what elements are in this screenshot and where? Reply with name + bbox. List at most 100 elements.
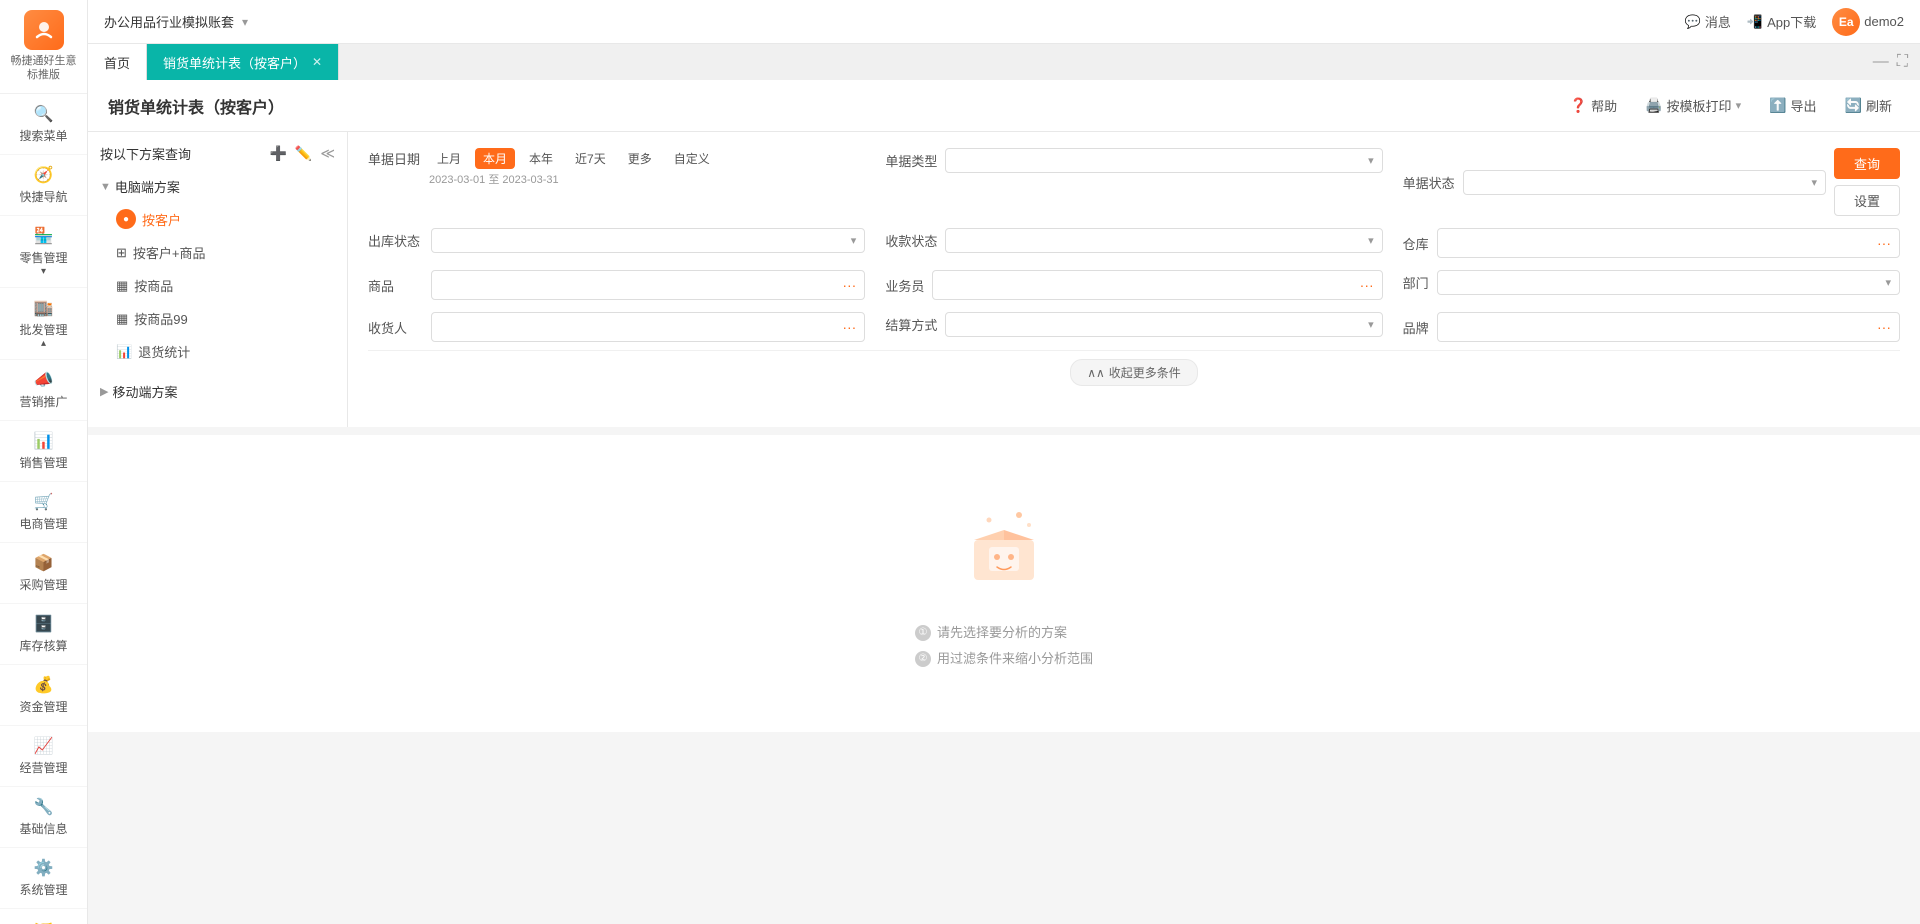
filter-date-group: 单据日期 上月 本月 本年 近7天 更多 自定义 2023-03-01 至 20…	[368, 148, 865, 187]
tab-fullscreen-icon[interactable]: ⛶	[1897, 53, 1908, 71]
date-btn-custom[interactable]: 自定义	[666, 148, 718, 169]
top-bar-right: 💬 消息 📲 App下载 Ea demo2	[1685, 8, 1904, 36]
help-button[interactable]: ❓ 帮助	[1562, 92, 1625, 119]
payment-label: 结算方式	[885, 315, 937, 334]
app-download-button[interactable]: 📲 App下载	[1747, 12, 1816, 31]
tab-home[interactable]: 首页	[88, 44, 147, 80]
warehouse-input[interactable]: ···	[1437, 228, 1900, 258]
tab-close-icon[interactable]: ✕	[312, 55, 322, 69]
sidebar-item-wholesale[interactable]: 🏬 批发管理 ▴	[0, 288, 87, 360]
sidebar-item-purchase[interactable]: 📦 采购管理	[0, 543, 87, 604]
page-content: 销货单统计表（按客户） ❓ 帮助 🖨️ 按模板打印 ▾ ⬆️ 导出 🔄 刷新	[88, 80, 1920, 924]
sidebar-item-enterprise[interactable]: 🤝 企业协同	[0, 909, 87, 924]
purchase-icon: 📦	[34, 553, 54, 573]
date-btn-7days[interactable]: 近7天	[567, 148, 614, 169]
tree-child-product99-label: 按商品99	[134, 309, 187, 328]
sidebar-item-operations[interactable]: 📈 经营管理	[0, 726, 87, 787]
receiver-input[interactable]: ···	[431, 312, 865, 342]
sidebar-item-ecommerce[interactable]: 🛒 电商管理	[0, 482, 87, 543]
tab-sales-report-label: 销货单统计表（按客户）	[163, 53, 306, 72]
brand-label: 品牌	[1403, 318, 1429, 337]
top-bar-title: 办公用品行业模拟账套	[104, 12, 234, 31]
order-status-select[interactable]: ▾	[1463, 170, 1826, 195]
collapse-bar: ∧∧ 收起更多条件	[368, 350, 1900, 394]
receipt-label: 收款状态	[885, 231, 937, 250]
settings-button[interactable]: 设置	[1834, 185, 1900, 216]
empty-box-svg	[954, 495, 1054, 595]
user-menu[interactable]: Ea demo2	[1832, 8, 1904, 36]
tree-child-product99[interactable]: ▦ 按商品99	[88, 302, 347, 335]
grid-icon: ⊞	[116, 245, 127, 261]
payment-select[interactable]: ▾	[945, 312, 1382, 337]
chart-icon: 📊	[116, 344, 132, 360]
table-icon: ▦	[116, 278, 128, 294]
receipt-arrow-icon: ▾	[1368, 234, 1374, 247]
warehouse-dots-icon: ···	[1877, 235, 1891, 251]
basic-icon: 🔧	[34, 797, 54, 817]
sidebar-item-basic[interactable]: 🔧 基础信息	[0, 787, 87, 848]
order-type-select[interactable]: ▾	[945, 148, 1382, 173]
tree-child-customer-product[interactable]: ⊞ 按客户+商品	[88, 236, 347, 269]
tree-child-by-product-label: 按商品	[134, 276, 173, 295]
empty-illustration	[954, 495, 1054, 600]
tip-num-1: ①	[915, 625, 931, 641]
receiver-dots-icon: ···	[842, 319, 856, 335]
tab-actions: — ⛶	[1861, 53, 1920, 71]
sidebar-item-finance[interactable]: 💰 资金管理	[0, 665, 87, 726]
page-header-actions: ❓ 帮助 🖨️ 按模板打印 ▾ ⬆️ 导出 🔄 刷新	[1562, 92, 1900, 119]
department-select[interactable]: ▾	[1437, 270, 1900, 295]
sidebar-item-search[interactable]: 🔍 搜索菜单	[0, 94, 87, 155]
help-label: 帮助	[1591, 96, 1617, 115]
top-bar: 办公用品行业模拟账套 ▾ 💬 消息 📲 App下载 Ea demo2	[88, 0, 1920, 44]
tree-child-by-customer[interactable]: ● 按客户	[88, 202, 347, 236]
tree-parent-desktop[interactable]: ▼ 电脑端方案	[88, 171, 347, 202]
receipt-select[interactable]: ▾	[945, 228, 1382, 253]
sidebar-item-retail[interactable]: 🏪 零售管理 ▾	[0, 216, 87, 288]
collapse-panel-icon[interactable]: ≪	[320, 145, 335, 162]
empty-tip-2: ② 用过滤条件来缩小分析范围	[915, 646, 1093, 672]
product-label: 商品	[368, 276, 423, 295]
filter-outbound-group: 出库状态 ▾	[368, 228, 865, 253]
collapse-button[interactable]: ∧∧ 收起更多条件	[1070, 359, 1198, 386]
top-bar-dropdown-icon[interactable]: ▾	[242, 15, 248, 29]
outbound-arrow-icon: ▾	[851, 234, 857, 247]
right-panel: 单据日期 上月 本月 本年 近7天 更多 自定义 2023-03-01 至 20…	[348, 132, 1920, 427]
date-btn-this-month[interactable]: 本月	[475, 148, 515, 169]
tab-sales-report[interactable]: 销货单统计表（按客户） ✕	[147, 44, 339, 80]
logo-text: 畅捷通好生意 标推版	[11, 54, 77, 83]
sidebar-item-marketing[interactable]: 📣 营销推广	[0, 360, 87, 421]
receiver-label: 收货人	[368, 318, 423, 337]
brand-input[interactable]: ···	[1437, 312, 1900, 342]
operations-icon: 📈	[34, 736, 54, 756]
department-label: 部门	[1403, 273, 1429, 292]
date-btn-last-month[interactable]: 上月	[429, 148, 469, 169]
sidebar-item-sales[interactable]: 📊 销售管理	[0, 421, 87, 482]
edit-scheme-icon[interactable]: ✏️	[295, 145, 312, 162]
query-button[interactable]: 查询	[1834, 148, 1900, 179]
tree-parent-mobile[interactable]: ▶ 移动端方案	[88, 376, 347, 407]
chevron-up-icon: ▴	[41, 338, 46, 349]
salesperson-input[interactable]: ···	[932, 270, 1382, 300]
product-input[interactable]: ···	[431, 270, 865, 300]
sidebar-item-system[interactable]: ⚙️ 系统管理	[0, 848, 87, 909]
export-button[interactable]: ⬆️ 导出	[1761, 92, 1824, 119]
retail-icon: 🏪	[34, 226, 54, 246]
empty-state: ① 请先选择要分析的方案 ② 用过滤条件来缩小分析范围	[88, 435, 1920, 732]
sidebar-item-inventory[interactable]: 🗄️ 库存核算	[0, 604, 87, 665]
warehouse-label: 仓库	[1403, 234, 1429, 253]
add-scheme-icon[interactable]: ➕	[269, 145, 286, 162]
tree-child-by-product[interactable]: ▦ 按商品	[88, 269, 347, 302]
date-btn-this-year[interactable]: 本年	[521, 148, 561, 169]
tree-child-return-stats[interactable]: 📊 退货统计	[88, 335, 347, 368]
date-btn-more[interactable]: 更多	[620, 148, 660, 169]
message-button[interactable]: 💬 消息	[1685, 12, 1731, 31]
left-panel-title: 按以下方案查询	[100, 144, 191, 163]
sidebar-item-quicknav[interactable]: 🧭 快捷导航	[0, 155, 87, 216]
outbound-select[interactable]: ▾	[431, 228, 865, 253]
tab-minimize-icon[interactable]: —	[1873, 53, 1889, 71]
order-status-arrow-icon: ▾	[1811, 176, 1817, 189]
refresh-button[interactable]: 🔄 刷新	[1837, 92, 1900, 119]
order-type-label: 单据类型	[885, 151, 937, 170]
print-dropdown-icon: ▾	[1736, 99, 1742, 112]
print-button[interactable]: 🖨️ 按模板打印 ▾	[1637, 92, 1749, 119]
